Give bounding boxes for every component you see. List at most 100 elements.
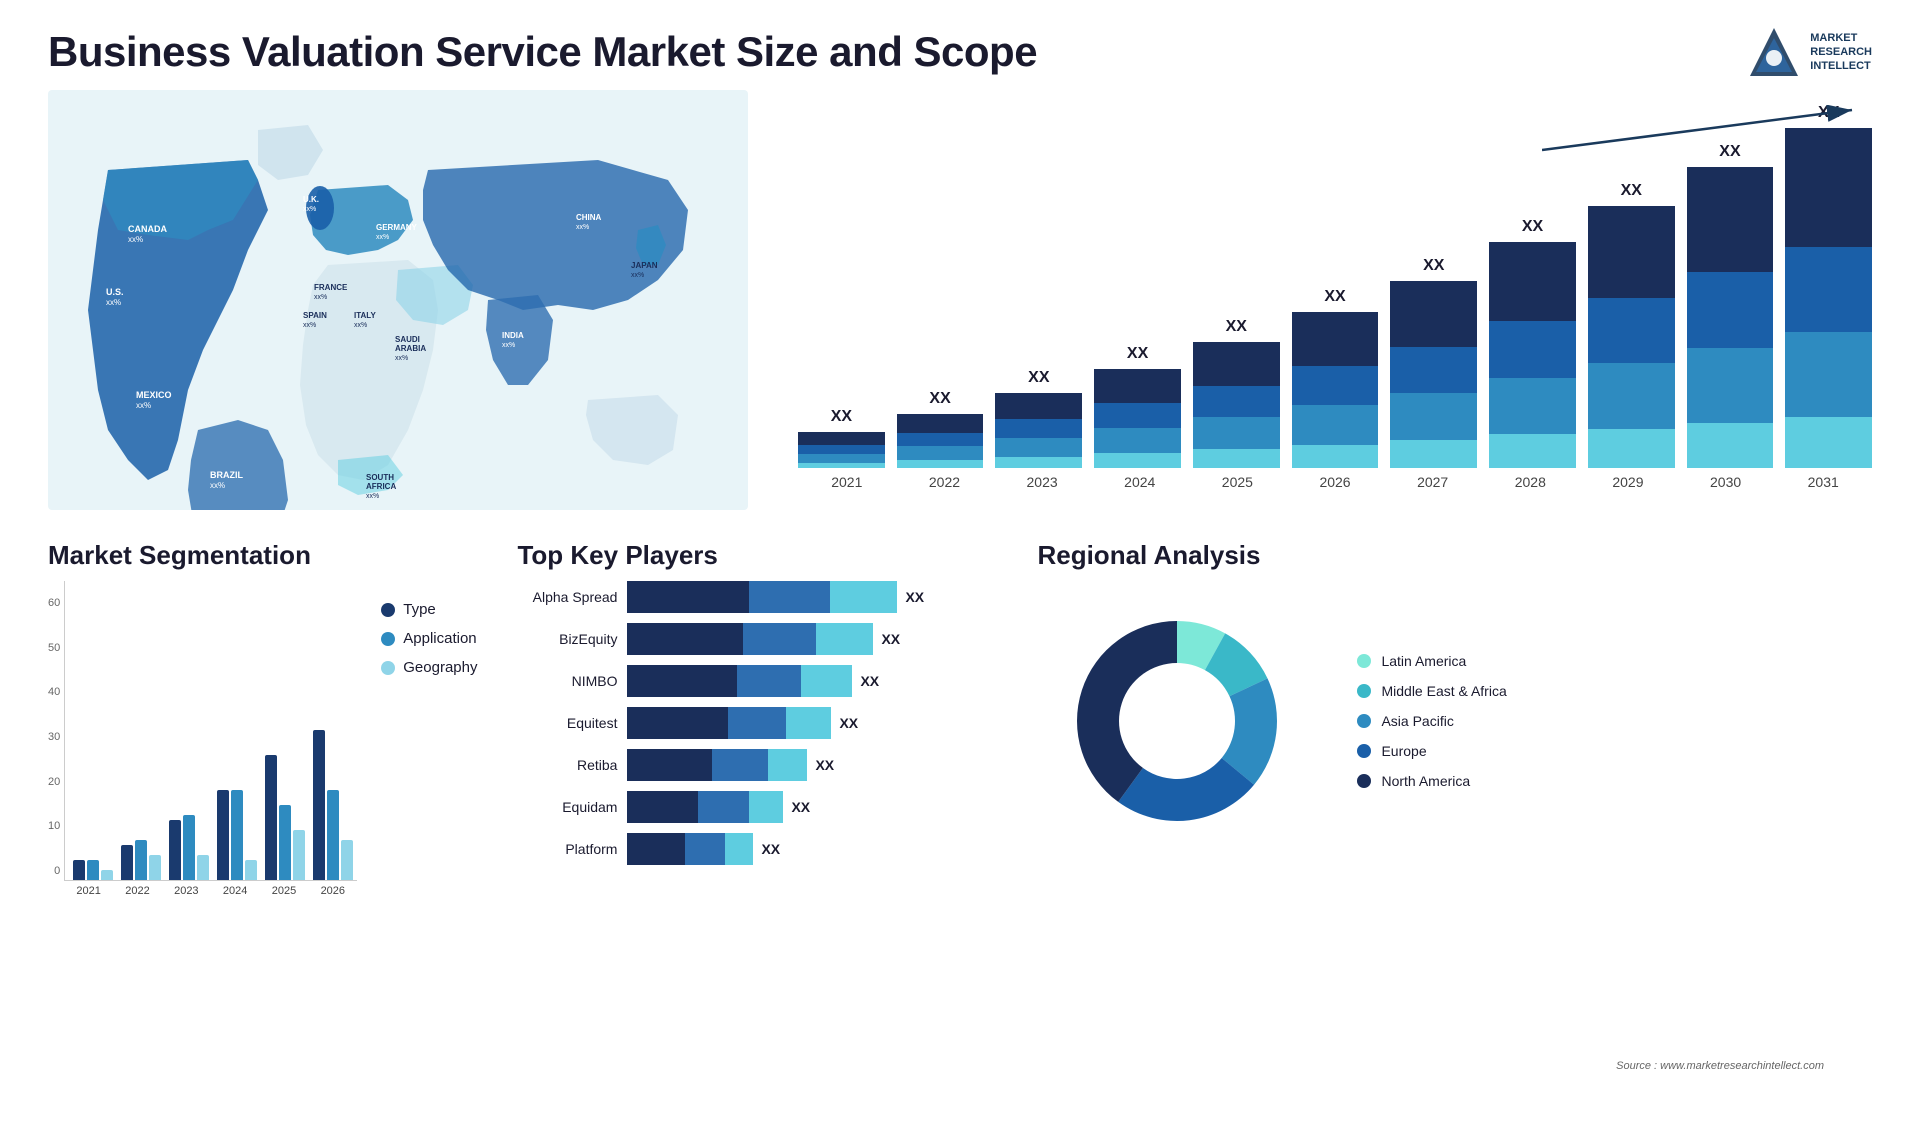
seg-bar (265, 755, 277, 880)
trend-arrow-svg (1542, 105, 1862, 155)
bar-group: XX (1390, 257, 1477, 468)
top-section: CANADA xx% U.S. xx% MEXICO xx% BRAZIL xx… (0, 90, 1920, 530)
svg-text:xx%: xx% (576, 224, 589, 231)
world-map-svg: CANADA xx% U.S. xx% MEXICO xx% BRAZIL xx… (48, 90, 748, 510)
bottom-section: Market Segmentation 6050403020100 202120… (0, 530, 1920, 1090)
bar-group: XX (1193, 318, 1280, 468)
seg-bar (87, 860, 99, 880)
reg-legend-label: Asia Pacific (1381, 713, 1453, 729)
player-bar-seg (712, 749, 768, 781)
bar-year-label: 2024 (1091, 474, 1189, 490)
seg-bar (197, 855, 209, 880)
reg-legend-dot (1357, 774, 1371, 788)
bar-year-label: 2028 (1481, 474, 1579, 490)
player-xx-label: XX (761, 841, 780, 857)
player-bar-seg (627, 665, 737, 697)
seg-x-label: 2023 (162, 885, 211, 897)
bar-group: XX (1094, 345, 1181, 468)
player-xx-label: XX (791, 799, 810, 815)
regional-legend-item: Asia Pacific (1357, 713, 1506, 729)
seg-legend-item: Application (381, 630, 477, 647)
bar-segment (1292, 366, 1379, 405)
svg-text:U.K.: U.K. (303, 195, 319, 204)
player-bar (627, 791, 783, 823)
regional-title: Regional Analysis (1037, 540, 1872, 571)
bar-segment (1193, 449, 1280, 468)
player-xx-label: XX (860, 673, 879, 689)
seg-y-label: 50 (48, 642, 60, 654)
svg-text:xx%: xx% (376, 234, 389, 241)
svg-text:xx%: xx% (106, 298, 121, 307)
bar-segment (1489, 242, 1576, 321)
player-bar-seg (768, 749, 807, 781)
player-bar-seg (801, 665, 853, 697)
bar-year-label: 2030 (1677, 474, 1775, 490)
bar-segment (897, 414, 984, 433)
bar-segment (1094, 369, 1181, 404)
bar-group: XX (1687, 143, 1774, 468)
seg-x-label: 2021 (64, 885, 113, 897)
seg-bar (341, 840, 353, 880)
seg-y-label: 60 (48, 597, 60, 609)
seg-y-label: 40 (48, 686, 60, 698)
svg-text:FRANCE: FRANCE (314, 283, 348, 292)
seg-x-label: 2022 (113, 885, 162, 897)
reg-legend-dot (1357, 684, 1371, 698)
seg-bar-group (169, 581, 209, 880)
legend-label: Application (403, 630, 476, 647)
bar-year-label: 2022 (896, 474, 994, 490)
seg-x-label: 2026 (308, 885, 357, 897)
bar-year-label: 2026 (1286, 474, 1384, 490)
reg-legend-label: Latin America (1381, 653, 1466, 669)
player-bar (627, 665, 852, 697)
svg-text:xx%: xx% (366, 493, 379, 500)
svg-text:U.S.: U.S. (106, 287, 124, 297)
player-bar-seg (816, 623, 874, 655)
bar-group: XX (1588, 182, 1675, 468)
bar-segment (1687, 272, 1774, 347)
bar-segment (995, 438, 1082, 457)
bar-xx-label: XX (1028, 369, 1049, 387)
svg-text:JAPAN: JAPAN (631, 261, 658, 270)
bar-xx-label: XX (1324, 288, 1345, 306)
bar-segment (1292, 445, 1379, 468)
bar-segment (1193, 386, 1280, 418)
player-bar (627, 581, 897, 613)
svg-text:SAUDI: SAUDI (395, 335, 420, 344)
seg-bar (313, 730, 325, 880)
seg-bar (73, 860, 85, 880)
svg-text:xx%: xx% (395, 355, 408, 362)
bar-segment (995, 457, 1082, 468)
player-bar-seg (698, 791, 749, 823)
bar-segment (798, 454, 885, 463)
player-row: Alpha SpreadXX (517, 581, 997, 613)
player-bar (627, 749, 807, 781)
bar-segment (897, 433, 984, 447)
bar-segment (1785, 247, 1872, 332)
seg-bar (169, 820, 181, 880)
svg-text:ARABIA: ARABIA (395, 344, 426, 353)
bar-group: XX (1785, 104, 1872, 468)
bar-segment (897, 460, 984, 468)
seg-bar-group (265, 581, 305, 880)
seg-bar (135, 840, 147, 880)
player-name: Equitest (517, 715, 617, 731)
bar-group: XX (798, 408, 885, 468)
seg-bar-group (121, 581, 161, 880)
seg-bar (183, 815, 195, 880)
reg-legend-label: North America (1381, 773, 1470, 789)
segmentation-container: Market Segmentation 6050403020100 202120… (48, 540, 477, 1080)
players-list: Alpha SpreadXXBizEquityXXNIMBOXXEquitest… (517, 581, 997, 865)
player-row: EquidamXX (517, 791, 997, 823)
bar-xx-label: XX (929, 390, 950, 408)
bar-segment (995, 419, 1082, 438)
seg-bar-group (217, 581, 257, 880)
player-row: EquitestXX (517, 707, 997, 739)
bar-segment (1094, 403, 1181, 428)
player-bar-seg (830, 581, 898, 613)
player-name: BizEquity (517, 631, 617, 647)
svg-text:SOUTH: SOUTH (366, 473, 394, 482)
player-bar-seg (685, 833, 725, 865)
svg-text:xx%: xx% (303, 206, 316, 213)
bar-segment (1588, 429, 1675, 468)
